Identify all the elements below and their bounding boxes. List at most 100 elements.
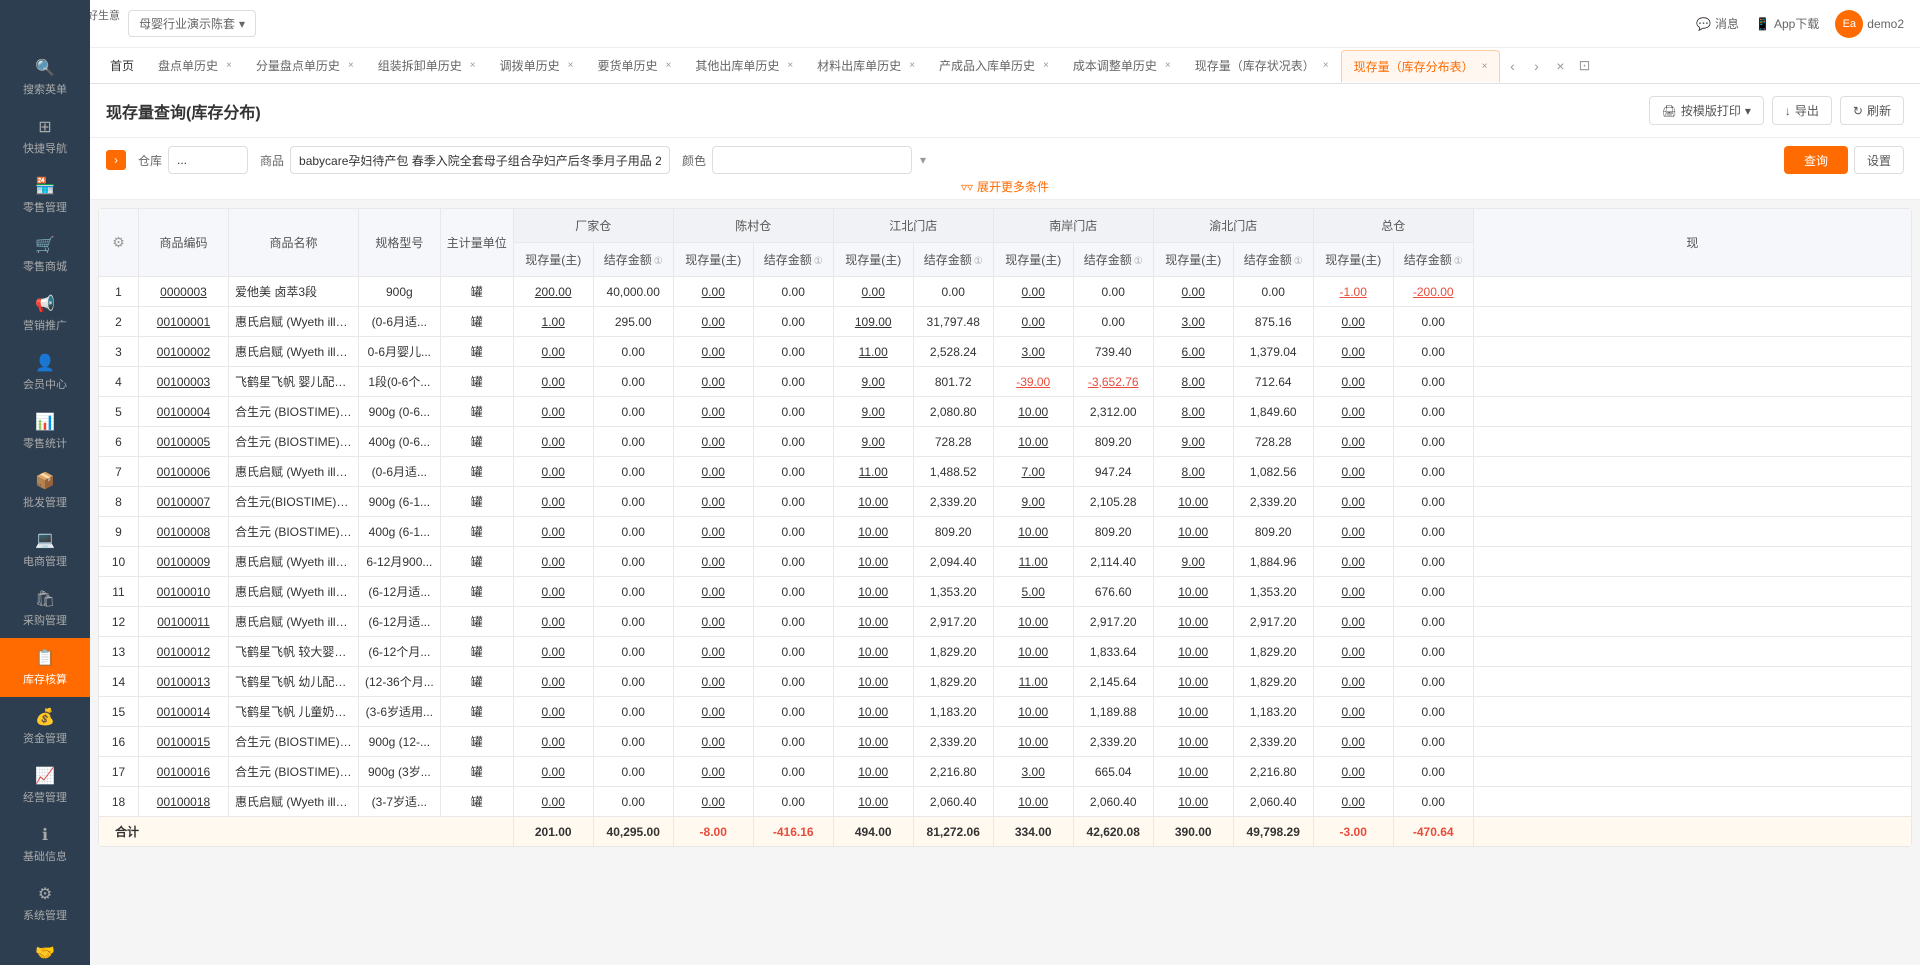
query-btn[interactable]: 查询: [1784, 146, 1848, 174]
cell-na-qty[interactable]: 3.00: [993, 757, 1073, 787]
sidebar-item-shop[interactable]: 🛒 零售商城: [0, 225, 90, 284]
cell-jb-qty[interactable]: 10.00: [833, 547, 913, 577]
cell-zc-qty[interactable]: 0.00: [1313, 667, 1393, 697]
tab-close[interactable]: ×: [470, 60, 476, 71]
color-input[interactable]: [712, 146, 912, 174]
sidebar-item-purchase[interactable]: 🛍 采购管理: [0, 579, 90, 638]
info-icon[interactable]: ①: [974, 256, 983, 267]
cell-jb-qty[interactable]: 10.00: [833, 637, 913, 667]
cell-cc-qty[interactable]: 0.00: [673, 637, 753, 667]
cell-na-qty[interactable]: 7.00: [993, 457, 1073, 487]
cell-yb-qty[interactable]: 10.00: [1153, 667, 1233, 697]
cell-cc-qty[interactable]: 0.00: [673, 367, 753, 397]
cell-code[interactable]: 00100005: [139, 427, 229, 457]
cell-cj-qty[interactable]: 0.00: [513, 757, 593, 787]
tab-close[interactable]: ×: [1165, 60, 1171, 71]
cell-na-qty[interactable]: 11.00: [993, 667, 1073, 697]
cell-na-qty[interactable]: 11.00: [993, 547, 1073, 577]
cell-yb-qty[interactable]: 10.00: [1153, 487, 1233, 517]
cell-cj-qty[interactable]: 0.00: [513, 457, 593, 487]
industry-selector[interactable]: 母婴行业演示陈套 ▾: [128, 10, 256, 37]
cell-zc-qty[interactable]: 0.00: [1313, 637, 1393, 667]
tab-material-out[interactable]: 材料出库单历史×: [805, 50, 927, 82]
cell-cc-qty[interactable]: 0.00: [673, 427, 753, 457]
cell-jb-qty[interactable]: 109.00: [833, 307, 913, 337]
cell-code[interactable]: 00100007: [139, 487, 229, 517]
tab-cost-adjust[interactable]: 成本调整单历史×: [1061, 50, 1183, 82]
cell-jb-qty[interactable]: 10.00: [833, 727, 913, 757]
tab-home[interactable]: 首页: [98, 50, 146, 82]
tab-close[interactable]: ×: [1043, 60, 1049, 71]
cell-na-qty[interactable]: 0.00: [993, 277, 1073, 307]
cell-na-qty[interactable]: 10.00: [993, 517, 1073, 547]
sidebar-item-finance[interactable]: 💰 资金管理: [0, 697, 90, 756]
cell-na-qty[interactable]: -39.00: [993, 367, 1073, 397]
cell-na-qty[interactable]: 0.00: [993, 307, 1073, 337]
cell-zc-qty[interactable]: 0.00: [1313, 757, 1393, 787]
tab-stock-status[interactable]: 现存量（库存状况表）×: [1183, 50, 1341, 82]
cell-yb-qty[interactable]: 10.00: [1153, 787, 1233, 817]
tab-close[interactable]: ×: [1323, 60, 1329, 71]
refresh-btn[interactable]: ↻ 刷新: [1840, 96, 1904, 125]
cell-code[interactable]: 00100003: [139, 367, 229, 397]
tab-close[interactable]: ×: [226, 60, 232, 71]
cell-zc-qty[interactable]: 0.00: [1313, 697, 1393, 727]
cell-yb-qty[interactable]: 6.00: [1153, 337, 1233, 367]
tab-sub-inventory[interactable]: 分量盘点单历史×: [244, 50, 366, 82]
cell-jb-qty[interactable]: 10.00: [833, 787, 913, 817]
cell-yb-qty[interactable]: 8.00: [1153, 367, 1233, 397]
cell-code[interactable]: 00100016: [139, 757, 229, 787]
cell-cc-qty[interactable]: 0.00: [673, 337, 753, 367]
cell-cc-qty[interactable]: 0.00: [673, 577, 753, 607]
cell-code[interactable]: 00100012: [139, 637, 229, 667]
cell-zc-qty[interactable]: 0.00: [1313, 517, 1393, 547]
cell-yb-qty[interactable]: 0.00: [1153, 277, 1233, 307]
cell-yb-qty[interactable]: 10.00: [1153, 697, 1233, 727]
cell-cj-qty[interactable]: 0.00: [513, 547, 593, 577]
setting-btn[interactable]: 设置: [1854, 146, 1904, 174]
tab-order[interactable]: 要货单历史×: [585, 50, 683, 82]
tab-close[interactable]: ×: [568, 60, 574, 71]
cell-jb-qty[interactable]: 9.00: [833, 367, 913, 397]
cell-cj-qty[interactable]: 0.00: [513, 517, 593, 547]
sidebar-item-wholesale[interactable]: 📦 批发管理: [0, 461, 90, 520]
info-icon[interactable]: ①: [1294, 256, 1303, 267]
cell-cc-qty[interactable]: 0.00: [673, 607, 753, 637]
cell-na-qty[interactable]: 3.00: [993, 337, 1073, 367]
cell-yb-qty[interactable]: 8.00: [1153, 397, 1233, 427]
cell-cc-qty[interactable]: 0.00: [673, 787, 753, 817]
cell-zc-qty[interactable]: 0.00: [1313, 727, 1393, 757]
cell-jb-qty[interactable]: 11.00: [833, 457, 913, 487]
info-icon[interactable]: ①: [1134, 256, 1143, 267]
cell-na-qty[interactable]: 10.00: [993, 637, 1073, 667]
tab-close[interactable]: ×: [1482, 61, 1488, 72]
cell-cc-qty[interactable]: 0.00: [673, 307, 753, 337]
cell-yb-qty[interactable]: 10.00: [1153, 517, 1233, 547]
cell-na-qty[interactable]: 10.00: [993, 607, 1073, 637]
cell-yb-qty[interactable]: 3.00: [1153, 307, 1233, 337]
tab-other-out[interactable]: 其他出库单历史×: [683, 50, 805, 82]
cell-zc-qty[interactable]: 0.00: [1313, 457, 1393, 487]
cell-jb-qty[interactable]: 10.00: [833, 607, 913, 637]
cell-jb-qty[interactable]: 9.00: [833, 397, 913, 427]
tab-close[interactable]: ×: [348, 60, 354, 71]
tab-transfer[interactable]: 调拨单历史×: [488, 50, 586, 82]
sidebar-item-ops[interactable]: 📈 经营管理: [0, 756, 90, 815]
cell-zc-qty[interactable]: 0.00: [1313, 427, 1393, 457]
info-icon[interactable]: ①: [1454, 256, 1463, 267]
cell-zc-qty[interactable]: -1.00: [1313, 277, 1393, 307]
cell-cj-qty[interactable]: 0.00: [513, 667, 593, 697]
cell-jb-qty[interactable]: 0.00: [833, 277, 913, 307]
cell-jb-qty[interactable]: 10.00: [833, 517, 913, 547]
sidebar-item-inventory[interactable]: 📋 库存核算: [0, 638, 90, 697]
cell-na-qty[interactable]: 10.00: [993, 427, 1073, 457]
sidebar-item-ecom[interactable]: 💻 电商管理: [0, 520, 90, 579]
sidebar-item-system[interactable]: ⚙ 系统管理: [0, 874, 90, 933]
cell-jb-qty[interactable]: 10.00: [833, 697, 913, 727]
settings-icon[interactable]: ⚙: [112, 234, 125, 250]
cell-cj-qty[interactable]: 0.00: [513, 697, 593, 727]
cell-cj-qty[interactable]: 0.00: [513, 637, 593, 667]
user-area[interactable]: Ea demo2: [1835, 10, 1904, 38]
cell-jb-qty[interactable]: 11.00: [833, 337, 913, 367]
cell-zc-qty[interactable]: 0.00: [1313, 577, 1393, 607]
